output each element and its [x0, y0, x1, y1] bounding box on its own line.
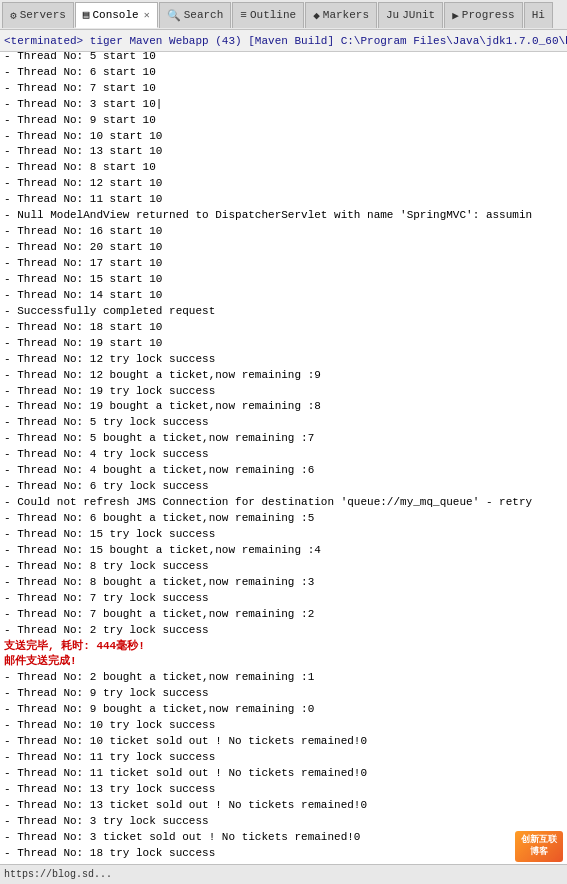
watermark-box: 创新互联 博客: [515, 831, 563, 862]
console-line: - Null ModelAndView returned to Dispatch…: [4, 208, 563, 224]
tab-junit-label: JUnit: [402, 9, 435, 21]
console-line: - Thread No: 13 ticket sold out ! No tic…: [4, 798, 563, 814]
console-line: - Thread No: 16 start 10: [4, 224, 563, 240]
console-line: - Thread No: 9 try lock success: [4, 686, 563, 702]
console-line: - Thread No: 12 start 10: [4, 176, 563, 192]
console-line: - Thread No: 6 bought a ticket,now remai…: [4, 511, 563, 527]
console-line: - Thread No: 12 try lock success: [4, 352, 563, 368]
console-line: - Thread No: 18 try lock success: [4, 846, 563, 862]
console-line: - Thread No: 4 bought a ticket,now remai…: [4, 463, 563, 479]
console-line: - Thread No: 9 bought a ticket,now remai…: [4, 702, 563, 718]
console-line: - Thread No: 12 bought a ticket,now rema…: [4, 368, 563, 384]
console-line: - Thread No: 11 try lock success: [4, 750, 563, 766]
console-line: - Thread No: 15 bought a ticket,now rema…: [4, 543, 563, 559]
tab-bar: ⚙ Servers ▤ Console ✕ 🔍 Search ≡ Outline…: [0, 0, 567, 30]
tab-progress-label: Progress: [462, 9, 515, 21]
console-line: - Thread No: 6 start 10: [4, 65, 563, 81]
console-line: - Thread No: 20 start 10: [4, 240, 563, 256]
status-text: https://blog.sd...: [4, 869, 112, 880]
console-line: - Thread No: 4 try lock success: [4, 447, 563, 463]
console-line: - Thread No: 2 bought a ticket,now remai…: [4, 670, 563, 686]
console-line: - Thread No: 11 start 10: [4, 192, 563, 208]
console-line: - Thread No: 3 start 10|: [4, 97, 563, 113]
tab-markers-label: Markers: [323, 9, 369, 21]
console-line: - Thread No: 8 try lock success: [4, 559, 563, 575]
hi-icon: Hi: [532, 9, 545, 21]
console-line: - Thread No: 7 bought a ticket,now remai…: [4, 607, 563, 623]
command-text: <terminated> tiger Maven Webapp (43) [Ma…: [4, 35, 567, 47]
console-line: - Thread No: 5 try lock success: [4, 415, 563, 431]
console-close-button[interactable]: ✕: [144, 9, 150, 21]
console-line: - Thread No: 11 ticket sold out ! No tic…: [4, 766, 563, 782]
console-line: - Could not refresh JMS Connection for d…: [4, 495, 563, 511]
console-line: - Thread No: 3 try lock success: [4, 814, 563, 830]
console-line: - Thread No: 5 bought a ticket,now remai…: [4, 431, 563, 447]
console-line: - Thread No: 17 start 10: [4, 256, 563, 272]
watermark: 创新互联 博客: [515, 831, 563, 862]
progress-icon: ▶: [452, 9, 459, 22]
console-line: - Thread No: 18 start 10: [4, 320, 563, 336]
console-line: - Thread No: 19 bought a ticket,now rema…: [4, 399, 563, 415]
tab-markers[interactable]: ◆ Markers: [305, 2, 377, 28]
console-line: - Successfully completed request: [4, 304, 563, 320]
console-line: 支送完毕, 耗时: 444毫秒!: [4, 639, 563, 655]
console-line: - Thread No: 15 try lock success: [4, 527, 563, 543]
console-icon: ▤: [83, 8, 90, 21]
tab-servers-label: Servers: [20, 9, 66, 21]
console-line: - Thread No: 19 try lock success: [4, 384, 563, 400]
console-line: - Thread No: 3 ticket sold out ! No tick…: [4, 830, 563, 846]
console-line: - Thread No: 5 start 10: [4, 52, 563, 65]
console-line: - Thread No: 7 try lock success: [4, 591, 563, 607]
console-output[interactable]: - Thread No: 1 start 10- Thread No: 2 st…: [0, 52, 567, 864]
status-bar: https://blog.sd...: [0, 864, 567, 884]
console-line: - Thread No: 14 start 10: [4, 288, 563, 304]
console-line: - Thread No: 10 start 10: [4, 129, 563, 145]
console-line: - Thread No: 13 start 10: [4, 144, 563, 160]
console-line: - Thread No: 6 try lock success: [4, 479, 563, 495]
tab-search[interactable]: 🔍 Search: [159, 2, 232, 28]
console-line: - Thread No: 19 start 10: [4, 336, 563, 352]
tab-servers[interactable]: ⚙ Servers: [2, 2, 74, 28]
tab-progress[interactable]: ▶ Progress: [444, 2, 522, 28]
console-line: - Thread No: 9 start 10: [4, 113, 563, 129]
console-line: - Thread No: 7 start 10: [4, 81, 563, 97]
tab-junit[interactable]: Ju JUnit: [378, 2, 443, 28]
console-line: 邮件支送完成!: [4, 654, 563, 670]
console-line: - Thread No: 8 bought a ticket,now remai…: [4, 575, 563, 591]
console-line: - Thread No: 2 try lock success: [4, 623, 563, 639]
console-line: - Thread No: 8 start 10: [4, 160, 563, 176]
tab-console-label: Console: [92, 9, 138, 21]
outline-icon: ≡: [240, 9, 247, 21]
tab-outline[interactable]: ≡ Outline: [232, 2, 304, 28]
console-line: - Thread No: 10 ticket sold out ! No tic…: [4, 734, 563, 750]
servers-icon: ⚙: [10, 9, 17, 22]
tab-hi[interactable]: Hi: [524, 2, 553, 28]
search-icon: 🔍: [167, 9, 181, 22]
console-line: - Thread No: 13 try lock success: [4, 782, 563, 798]
markers-icon: ◆: [313, 9, 320, 22]
watermark-line2: 博客: [521, 846, 557, 859]
junit-icon: Ju: [386, 9, 399, 21]
command-bar: <terminated> tiger Maven Webapp (43) [Ma…: [0, 30, 567, 52]
watermark-line1: 创新互联: [521, 834, 557, 847]
tab-console[interactable]: ▤ Console ✕: [75, 2, 158, 28]
console-line: - Thread No: 10 try lock success: [4, 718, 563, 734]
tab-outline-label: Outline: [250, 9, 296, 21]
console-line: - Thread No: 15 start 10: [4, 272, 563, 288]
tab-search-label: Search: [184, 9, 224, 21]
